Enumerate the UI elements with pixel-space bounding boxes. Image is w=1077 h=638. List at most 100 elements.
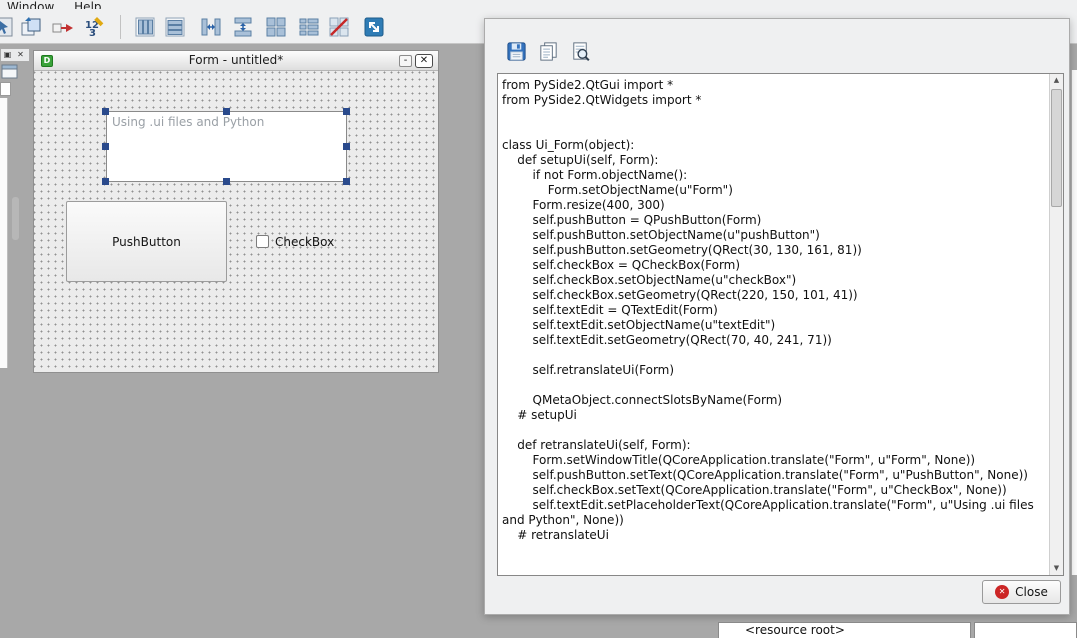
checkbox-indicator[interactable] — [256, 235, 269, 248]
code-line: self.textEdit.setPlaceholderText(QCoreAp… — [502, 498, 1048, 513]
resource-panel-fragment — [974, 622, 1077, 638]
raise-widgets-icon — [19, 15, 43, 39]
find-icon — [569, 40, 592, 63]
code-line — [502, 423, 1048, 438]
textedit-widget[interactable]: Using .ui files and Python — [106, 111, 347, 182]
scrollbar-thumb[interactable] — [1051, 89, 1062, 207]
code-line: self.pushButton.setObjectName(u"pushButt… — [502, 228, 1048, 243]
dock-titlebar-fragment: ▣ ✕ — [0, 48, 30, 62]
edit-widgets-button[interactable] — [0, 14, 16, 40]
code-line: # setupUi — [502, 408, 1048, 423]
edit-signals-slots-icon — [51, 15, 75, 39]
layout-vertical-button[interactable] — [132, 14, 158, 40]
python-code: from PySide2.QtGui import *from PySide2.… — [498, 74, 1049, 575]
layout-splitter-vertical-icon — [199, 15, 223, 39]
layout-splitter-horizontal-button[interactable] — [230, 14, 256, 40]
qt-designer-screen: Window Help 12 3 — [0, 0, 1077, 638]
code-line: if not Form.objectName(): — [502, 168, 1048, 183]
layout-grid-icon — [264, 15, 288, 39]
layout-splitter-vertical-button[interactable] — [198, 14, 224, 40]
selection-handle-top-left[interactable] — [102, 108, 109, 115]
code-line: self.textEdit.setGeometry(QRect(70, 40, … — [502, 333, 1048, 348]
window-icon — [1, 64, 19, 80]
code-line: from PySide2.QtWidgets import * — [502, 93, 1048, 108]
code-line: and Python", None)) — [502, 513, 1048, 528]
layout-horizontal-button[interactable] — [162, 14, 188, 40]
code-line: Form.setWindowTitle(QCoreApplication.tra… — [502, 453, 1048, 468]
layout-grid-button[interactable] — [263, 14, 289, 40]
raise-widgets-button[interactable] — [18, 14, 44, 40]
code-line: self.pushButton.setText(QCoreApplication… — [502, 468, 1048, 483]
form-window-titlebar[interactable]: D Form - untitled* - ✕ — [34, 51, 438, 71]
filter-input-fragment[interactable] — [0, 82, 11, 96]
checkbox-label: CheckBox — [275, 235, 334, 249]
find-code-button[interactable] — [567, 38, 593, 64]
save-code-button[interactable] — [503, 38, 529, 64]
code-line: self.checkBox.setGeometry(QRect(220, 150… — [502, 288, 1048, 303]
menubar: Window Help — [7, 0, 118, 9]
layout-horizontal-icon — [163, 15, 187, 39]
code-line: def setupUi(self, Form): — [502, 153, 1048, 168]
selection-handle-top-right[interactable] — [343, 108, 350, 115]
save-icon — [505, 40, 528, 63]
widgetbox-icon-fragment — [1, 64, 19, 83]
close-button[interactable]: ✕ — [415, 54, 433, 68]
form-designer-window: D Form - untitled* - ✕ Using .ui files a… — [33, 50, 439, 373]
dialog-close-button[interactable]: ✕ Close — [982, 580, 1061, 604]
code-scrollbar[interactable]: ▲ ▼ — [1049, 74, 1063, 575]
svg-text:3: 3 — [89, 28, 96, 39]
layout-vertical-icon — [133, 15, 157, 39]
code-line: self.checkBox = QCheckBox(Form) — [502, 258, 1048, 273]
form-window-title: Form - untitled* — [34, 51, 438, 70]
code-line: # retranslateUi — [502, 528, 1048, 543]
code-line: self.textEdit = QTextEdit(Form) — [502, 303, 1048, 318]
code-line: self.retranslateUi(Form) — [502, 363, 1048, 378]
code-line: self.checkBox.setText(QCoreApplication.t… — [502, 483, 1048, 498]
code-line — [502, 348, 1048, 363]
edit-signals-slots-button[interactable] — [50, 14, 76, 40]
scrollbar-up-arrow[interactable]: ▲ — [1050, 74, 1063, 87]
layout-form-button[interactable] — [296, 14, 322, 40]
break-layout-icon — [327, 15, 351, 39]
selection-handle-top-center[interactable] — [223, 108, 230, 115]
code-line: Form.setObjectName(u"Form") — [502, 183, 1048, 198]
selection-handle-mid-left[interactable] — [102, 143, 109, 150]
code-line: QMetaObject.connectSlotsByName(Form) — [502, 393, 1048, 408]
scrollbar-down-arrow[interactable]: ▼ — [1050, 562, 1063, 575]
resource-root-item[interactable]: <resource root> — [718, 622, 971, 638]
code-line: self.textEdit.setObjectName(u"textEdit") — [502, 318, 1048, 333]
left-scrollbar-thumb[interactable] — [12, 197, 19, 240]
toolbar-separator — [120, 15, 121, 39]
form-canvas[interactable]: Using .ui files and Python PushButton Ch… — [34, 71, 438, 372]
edit-widgets-icon — [0, 15, 15, 39]
minimize-button[interactable]: - — [399, 55, 412, 67]
selection-handle-mid-right[interactable] — [343, 143, 350, 150]
pushbutton-widget[interactable]: PushButton — [66, 201, 227, 282]
copy-icon — [537, 40, 560, 63]
edit-tab-order-button[interactable]: 12 3 — [82, 14, 108, 40]
code-line: self.pushButton.setGeometry(QRect(30, 13… — [502, 243, 1048, 258]
adjust-size-icon — [362, 15, 386, 39]
close-circle-icon: ✕ — [995, 585, 1009, 599]
dock-float-icon[interactable]: ▣ — [1, 49, 14, 61]
code-line: self.pushButton = QPushButton(Form) — [502, 213, 1048, 228]
selection-handle-bottom-center[interactable] — [223, 178, 230, 185]
checkbox-widget[interactable]: CheckBox — [256, 221, 357, 262]
layout-form-icon — [297, 15, 321, 39]
code-text-area[interactable]: from PySide2.QtGui import *from PySide2.… — [497, 73, 1064, 576]
menu-window[interactable]: Window — [7, 0, 54, 9]
close-button-label: Close — [1015, 585, 1048, 599]
adjust-size-button[interactable] — [361, 14, 387, 40]
selection-handle-bottom-right[interactable] — [343, 178, 350, 185]
edit-tab-order-icon: 12 3 — [83, 15, 107, 39]
code-line: self.checkBox.setObjectName(u"checkBox") — [502, 273, 1048, 288]
copy-code-button[interactable] — [535, 38, 561, 64]
menu-help[interactable]: Help — [74, 0, 101, 9]
code-line: def retranslateUi(self, Form): — [502, 438, 1048, 453]
break-layout-button[interactable] — [326, 14, 352, 40]
code-preview-dialog: from PySide2.QtGui import *from PySide2.… — [484, 18, 1070, 615]
selection-handle-bottom-left[interactable] — [102, 178, 109, 185]
code-line: Form.resize(400, 300) — [502, 198, 1048, 213]
code-line: from PySide2.QtGui import * — [502, 78, 1048, 93]
dock-close-icon[interactable]: ✕ — [14, 49, 27, 61]
